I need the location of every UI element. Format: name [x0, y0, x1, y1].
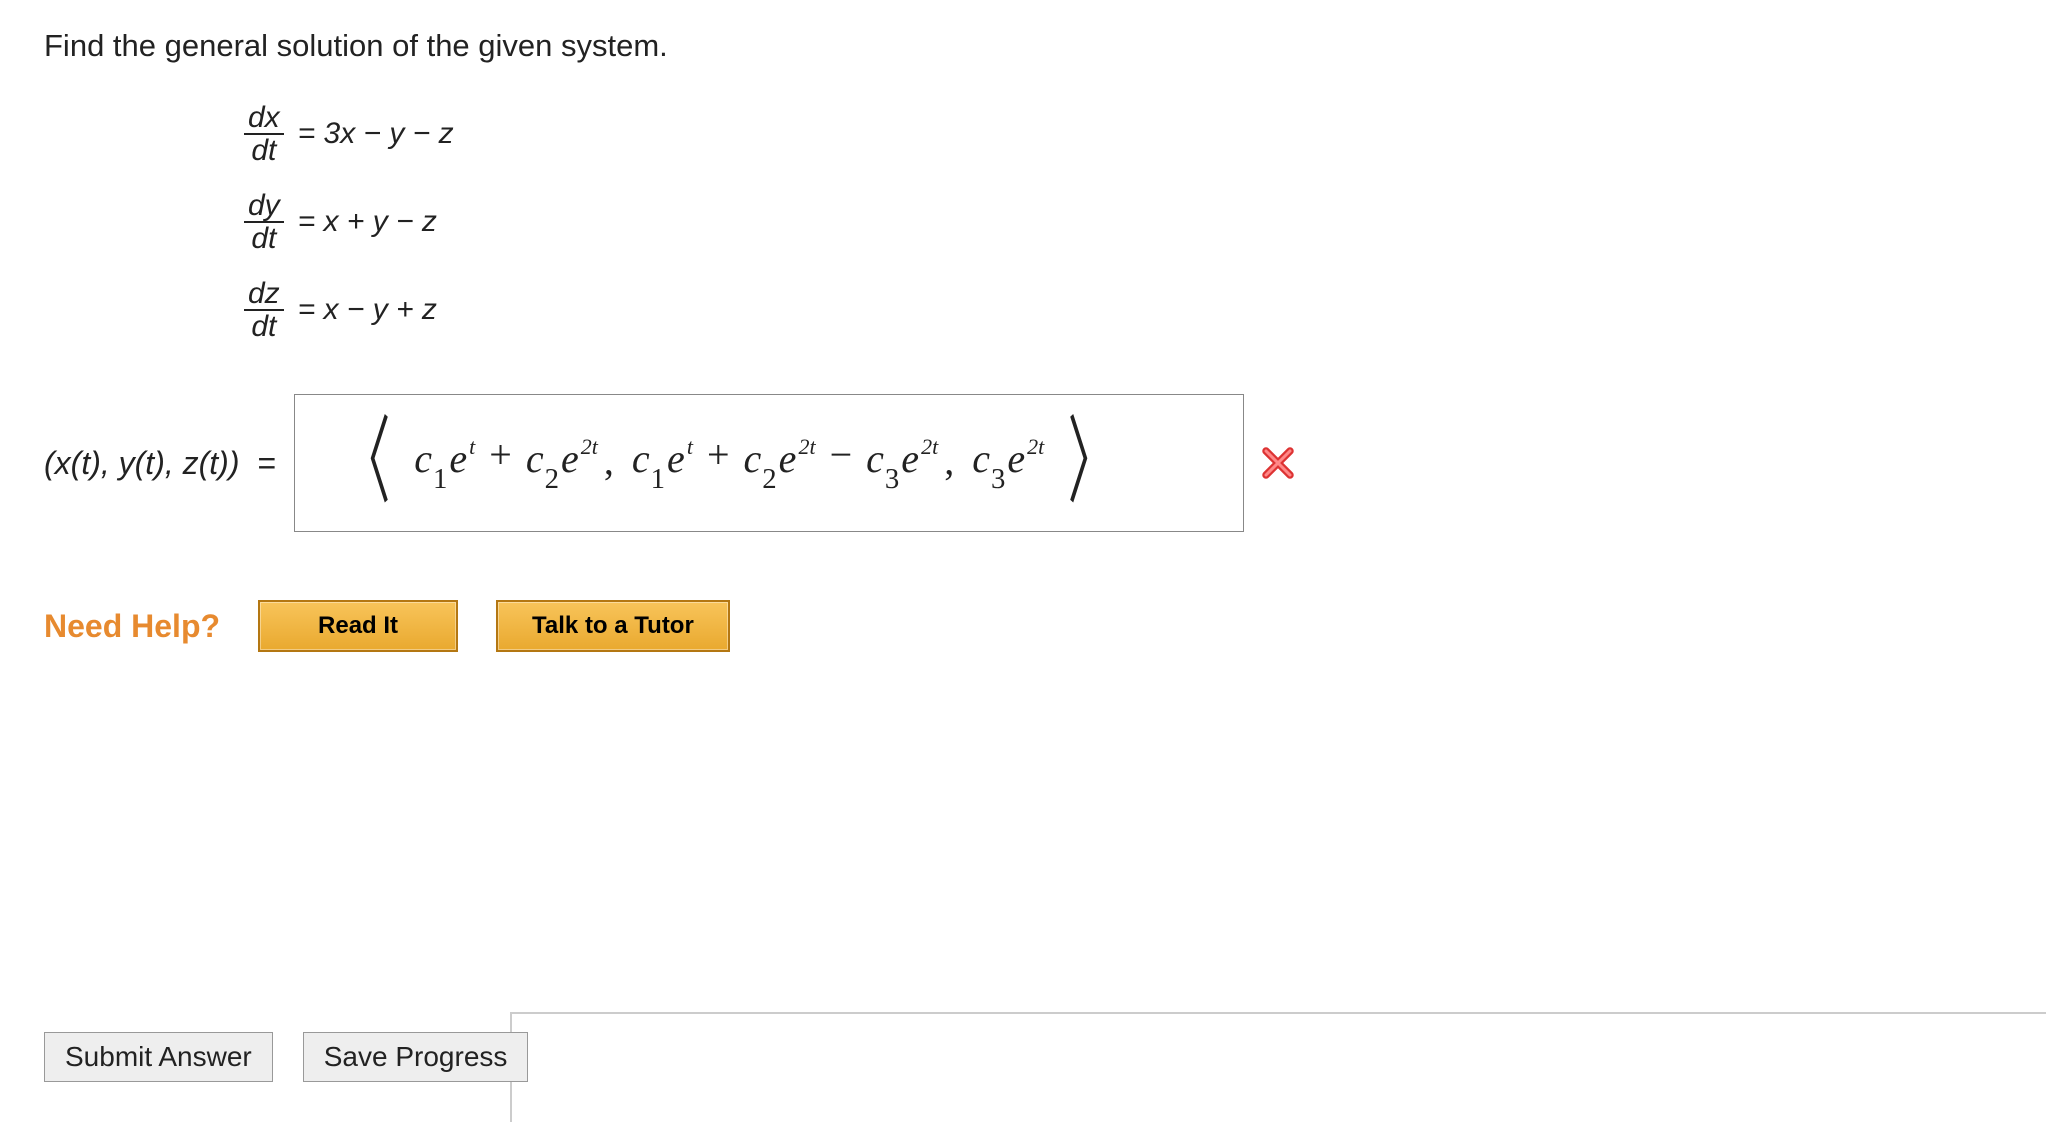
- superscript-2t: 2t: [1027, 434, 1044, 460]
- read-it-button[interactable]: Read It: [258, 600, 458, 652]
- talk-to-tutor-button[interactable]: Talk to a Tutor: [496, 600, 730, 652]
- fraction-num: dy: [244, 190, 284, 222]
- term-c1-et: c 1 e t: [632, 435, 693, 482]
- c-symbol: c: [632, 435, 650, 482]
- c-symbol: c: [972, 435, 990, 482]
- plus-sign: +: [707, 431, 730, 478]
- e-symbol: e: [779, 435, 797, 482]
- submit-answer-button[interactable]: Submit Answer: [44, 1032, 273, 1082]
- fraction-den: dt: [247, 311, 280, 343]
- need-help-row: Need Help? Read It Talk to a Tutor: [44, 600, 2002, 652]
- c-symbol: c: [744, 435, 762, 482]
- question-page: Find the general solution of the given s…: [0, 0, 2046, 1122]
- equals-sign: =: [257, 445, 276, 482]
- fraction-den: dt: [247, 135, 280, 167]
- fraction-num: dz: [244, 278, 284, 310]
- need-help-label: Need Help?: [44, 608, 220, 645]
- answer-expression: c 1 e t + c 2 e 2t , c 1 e: [414, 435, 1044, 482]
- superscript-2t: 2t: [921, 434, 938, 460]
- term-c3-e2t: c 3 e 2t: [972, 435, 1044, 482]
- answer-input[interactable]: 〈 c 1 e t + c 2 e 2t ,: [294, 394, 1244, 532]
- fraction-num: dx: [244, 102, 284, 134]
- fraction-dx-dt: dx dt: [244, 102, 284, 167]
- superscript-t: t: [687, 434, 693, 460]
- incorrect-icon: [1260, 445, 1296, 481]
- superscript-2t: 2t: [798, 434, 815, 460]
- subscript-3: 3: [885, 463, 899, 496]
- subscript-1: 1: [651, 463, 665, 496]
- subscript-2: 2: [545, 463, 559, 496]
- plus-sign: +: [489, 431, 512, 478]
- right-angle-bracket-icon: 〉: [1068, 429, 1116, 496]
- term-c3-e2t: c 3 e 2t: [866, 435, 938, 482]
- subscript-1: 1: [433, 463, 447, 496]
- superscript-t: t: [469, 434, 475, 460]
- c-symbol: c: [866, 435, 884, 482]
- answer-lhs: (x(t), y(t), z(t)): [44, 445, 239, 482]
- term-c2-e2t: c 2 e 2t: [526, 435, 598, 482]
- equation-rhs: = x + y − z: [298, 205, 437, 239]
- term-c1-et: c 1 e t: [414, 435, 475, 482]
- e-symbol: e: [449, 435, 467, 482]
- comma: ,: [944, 437, 954, 484]
- equation-rhs: = x − y + z: [298, 293, 437, 327]
- system-equations: dx dt = 3x − y − z dy dt = x + y − z dz …: [244, 90, 2002, 354]
- c-symbol: c: [414, 435, 432, 482]
- c-symbol: c: [526, 435, 544, 482]
- fraction-dz-dt: dz dt: [244, 278, 284, 343]
- e-symbol: e: [901, 435, 919, 482]
- fraction-dy-dt: dy dt: [244, 190, 284, 255]
- e-symbol: e: [667, 435, 685, 482]
- e-symbol: e: [1007, 435, 1025, 482]
- action-bar: Submit Answer Save Progress: [44, 1032, 528, 1082]
- e-symbol: e: [561, 435, 579, 482]
- minus-sign: −: [830, 431, 853, 478]
- save-progress-button[interactable]: Save Progress: [303, 1032, 529, 1082]
- answer-row: (x(t), y(t), z(t)) = 〈 c 1 e t + c 2 e 2…: [44, 394, 2002, 532]
- superscript-2t: 2t: [581, 434, 598, 460]
- subscript-3: 3: [991, 463, 1005, 496]
- equation-1: dx dt = 3x − y − z: [244, 90, 2002, 178]
- divider: [510, 1012, 2046, 1014]
- equation-rhs: = 3x − y − z: [298, 117, 454, 151]
- fraction-den: dt: [247, 223, 280, 255]
- subscript-2: 2: [762, 463, 776, 496]
- term-c2-e2t: c 2 e 2t: [744, 435, 816, 482]
- equation-3: dz dt = x − y + z: [244, 266, 2002, 354]
- equation-2: dy dt = x + y − z: [244, 178, 2002, 266]
- comma: ,: [604, 437, 614, 484]
- question-prompt: Find the general solution of the given s…: [44, 28, 2002, 64]
- left-angle-bracket-icon: 〈: [343, 429, 391, 496]
